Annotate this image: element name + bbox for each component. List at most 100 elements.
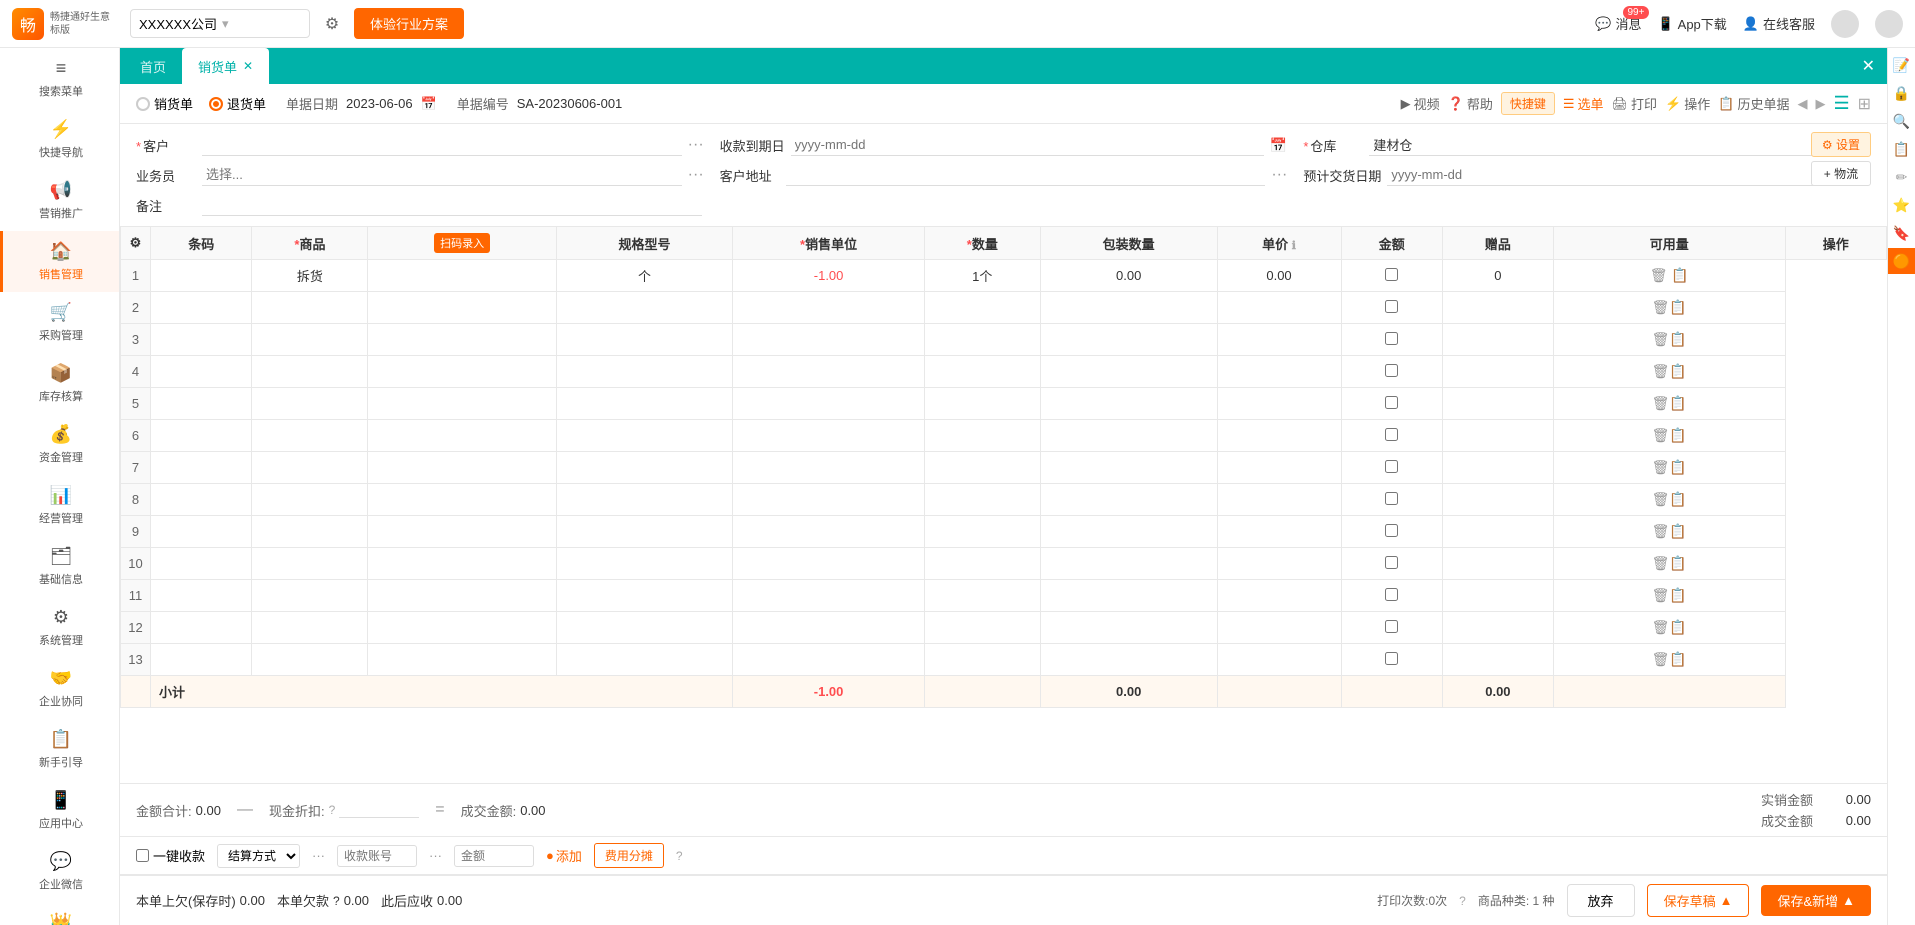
- sidebar-item-coop[interactable]: 🤝 企业协同: [0, 658, 119, 719]
- settings-icon-btn[interactable]: ⚙: [318, 10, 346, 38]
- unit-price-info-icon[interactable]: ℹ: [1292, 240, 1296, 252]
- product-type-info-icon[interactable]: ?: [1459, 894, 1466, 908]
- shortcut-btn[interactable]: 快捷键: [1501, 92, 1555, 115]
- sidebar-item-purchase[interactable]: 🛒 采购管理: [0, 292, 119, 353]
- company-selector[interactable]: XXXXXX公司 ▾: [130, 9, 310, 38]
- due-date-input[interactable]: [791, 134, 1264, 156]
- print-btn[interactable]: 🖨 打印: [1612, 94, 1658, 113]
- due-date-calendar-icon[interactable]: 📅: [1270, 137, 1287, 154]
- help-btn[interactable]: ❓ 帮助: [1448, 94, 1493, 113]
- app-download-action[interactable]: 📱 App下载: [1657, 14, 1726, 33]
- expense-btn[interactable]: 费用分摊: [594, 843, 664, 868]
- customer-input[interactable]: [202, 134, 682, 156]
- sidebar-item-apps[interactable]: 📱 应用中心: [0, 780, 119, 841]
- sidebar-item-member[interactable]: 👑 畅会员: [0, 902, 119, 925]
- payment-method-select[interactable]: 结算方式: [217, 844, 300, 868]
- payment-method-dots-icon[interactable]: ···: [312, 848, 325, 863]
- right-panel-orange-btn[interactable]: 🟠: [1888, 248, 1915, 274]
- th-spec: 规格型号: [556, 227, 733, 260]
- right-panel-list-btn[interactable]: 📋: [1889, 136, 1915, 162]
- balance-label: 本单上欠(保存时): [136, 891, 236, 910]
- row-gift-1[interactable]: [1341, 260, 1442, 292]
- next-icon[interactable]: ▶: [1815, 96, 1825, 112]
- right-panel-bookmark-btn[interactable]: 🔖: [1889, 220, 1915, 246]
- select-btn[interactable]: ☰ 选单: [1563, 94, 1604, 113]
- row-pack-qty-1[interactable]: 1个: [924, 260, 1040, 292]
- message-icon: 💬: [1595, 16, 1611, 32]
- row-spec-1[interactable]: [368, 260, 556, 292]
- close-window-icon[interactable]: ✕: [1862, 56, 1875, 76]
- payment-account-input[interactable]: [337, 845, 417, 867]
- sidebar-item-finance[interactable]: 💰 资金管理: [0, 414, 119, 475]
- sidebar-item-label-quicknav: 快捷导航: [39, 144, 83, 160]
- copy-icon-1[interactable]: 📋: [1671, 267, 1688, 283]
- sidebar-item-wechat[interactable]: 💬 企业微信: [0, 841, 119, 902]
- sidebar-item-guide[interactable]: 📋 新手引导: [0, 719, 119, 780]
- tab-sales-order[interactable]: 销货单 ✕: [182, 48, 269, 84]
- salesperson-dots-icon[interactable]: ···: [688, 166, 704, 184]
- online-support-action[interactable]: 👤 在线客服: [1743, 14, 1815, 33]
- right-panel-star-btn[interactable]: ⭐: [1889, 192, 1915, 218]
- tab-home[interactable]: 首页: [124, 48, 182, 84]
- sidebar-item-basic[interactable]: 🗂 基础信息: [0, 536, 119, 597]
- scan-btn[interactable]: 扫码录入: [434, 233, 490, 253]
- row-gift-checkbox-1[interactable]: [1385, 268, 1398, 281]
- row-num-2: 2: [121, 292, 151, 324]
- row-barcode-1[interactable]: [151, 260, 252, 292]
- sidebar-item-inventory[interactable]: 📦 库存核算: [0, 353, 119, 414]
- right-panel-lock-btn[interactable]: 🔒: [1889, 80, 1915, 106]
- prev-icon[interactable]: ◀: [1797, 96, 1807, 112]
- row-unit-1[interactable]: 个: [556, 260, 733, 292]
- th-settings[interactable]: ⚙: [121, 227, 151, 260]
- payment-amount-input[interactable]: [454, 845, 534, 867]
- expense-help-icon[interactable]: ?: [676, 849, 683, 863]
- payment-account-dots-icon[interactable]: ···: [429, 848, 442, 863]
- tab-close-icon[interactable]: ✕: [243, 59, 253, 73]
- view-list-icon[interactable]: ☰: [1833, 93, 1849, 114]
- customer-address-input[interactable]: [786, 164, 1266, 186]
- expected-delivery-input[interactable]: [1387, 164, 1847, 186]
- warehouse-input[interactable]: [1369, 134, 1849, 156]
- notes-input[interactable]: [202, 194, 702, 216]
- calendar-icon[interactable]: 📅: [421, 96, 437, 112]
- trial-btn[interactable]: 体验行业方案: [354, 8, 464, 39]
- row-product-1[interactable]: 拆货: [252, 260, 368, 292]
- view-grid-icon[interactable]: ⊞: [1858, 94, 1871, 114]
- sidebar-item-marketing[interactable]: 📢 营销推广: [0, 170, 119, 231]
- discard-btn[interactable]: 放弃: [1567, 884, 1635, 917]
- save-new-btn[interactable]: 保存&新增 ▲: [1761, 885, 1871, 916]
- avatar2[interactable]: [1875, 10, 1903, 38]
- salesperson-input[interactable]: [202, 164, 682, 186]
- save-draft-btn[interactable]: 保存草稿 ▲: [1647, 884, 1750, 917]
- sidebar-item-business[interactable]: 📊 经营管理: [0, 475, 119, 536]
- message-action[interactable]: 💬 消息 99+: [1595, 14, 1641, 33]
- sidebar-item-quicknav[interactable]: ⚡ 快捷导航: [0, 109, 119, 170]
- video-btn[interactable]: ▶ 视频: [1401, 94, 1440, 113]
- overdue-info-icon[interactable]: ?: [333, 894, 340, 908]
- one-click-checkbox[interactable]: [136, 849, 149, 862]
- row-qty-1[interactable]: -1.00: [733, 260, 924, 292]
- avatar[interactable]: [1831, 10, 1859, 38]
- discount-info-icon[interactable]: ?: [329, 803, 336, 817]
- radio-return[interactable]: 退货单: [209, 94, 266, 113]
- settings-action-btn[interactable]: ⚙ 设置: [1811, 132, 1871, 157]
- one-click-payment[interactable]: 一键收款: [136, 846, 205, 865]
- discount-input[interactable]: [339, 802, 419, 818]
- row-unit-price-1[interactable]: 0.00: [1040, 260, 1217, 292]
- sidebar-item-sales[interactable]: 🏠 销售管理: [0, 231, 119, 292]
- right-panel-edit-btn[interactable]: ✏: [1889, 164, 1915, 190]
- action-btn[interactable]: ⚡ 操作: [1665, 94, 1710, 113]
- customer-address-dots-icon[interactable]: ···: [1271, 166, 1287, 184]
- right-panel-notes-btn[interactable]: 📝: [1889, 52, 1915, 78]
- radio-sales[interactable]: 销货单: [136, 94, 193, 113]
- customer-dots-icon[interactable]: ···: [688, 136, 704, 154]
- delete-icon-1[interactable]: 🗑: [1650, 267, 1668, 283]
- history-btn[interactable]: 📋 历史单据: [1718, 94, 1789, 113]
- row-amount-1[interactable]: 0.00: [1217, 260, 1341, 292]
- add-payment-btn[interactable]: ● 添加: [546, 846, 582, 865]
- sidebar-item-search[interactable]: ≡ 搜索菜单: [0, 48, 119, 109]
- right-panel-search-btn[interactable]: 🔍: [1889, 108, 1915, 134]
- th-scan[interactable]: 扫码录入: [368, 227, 556, 260]
- logistics-btn[interactable]: + 物流: [1811, 161, 1871, 186]
- sidebar-item-system[interactable]: ⚙ 系统管理: [0, 597, 119, 658]
